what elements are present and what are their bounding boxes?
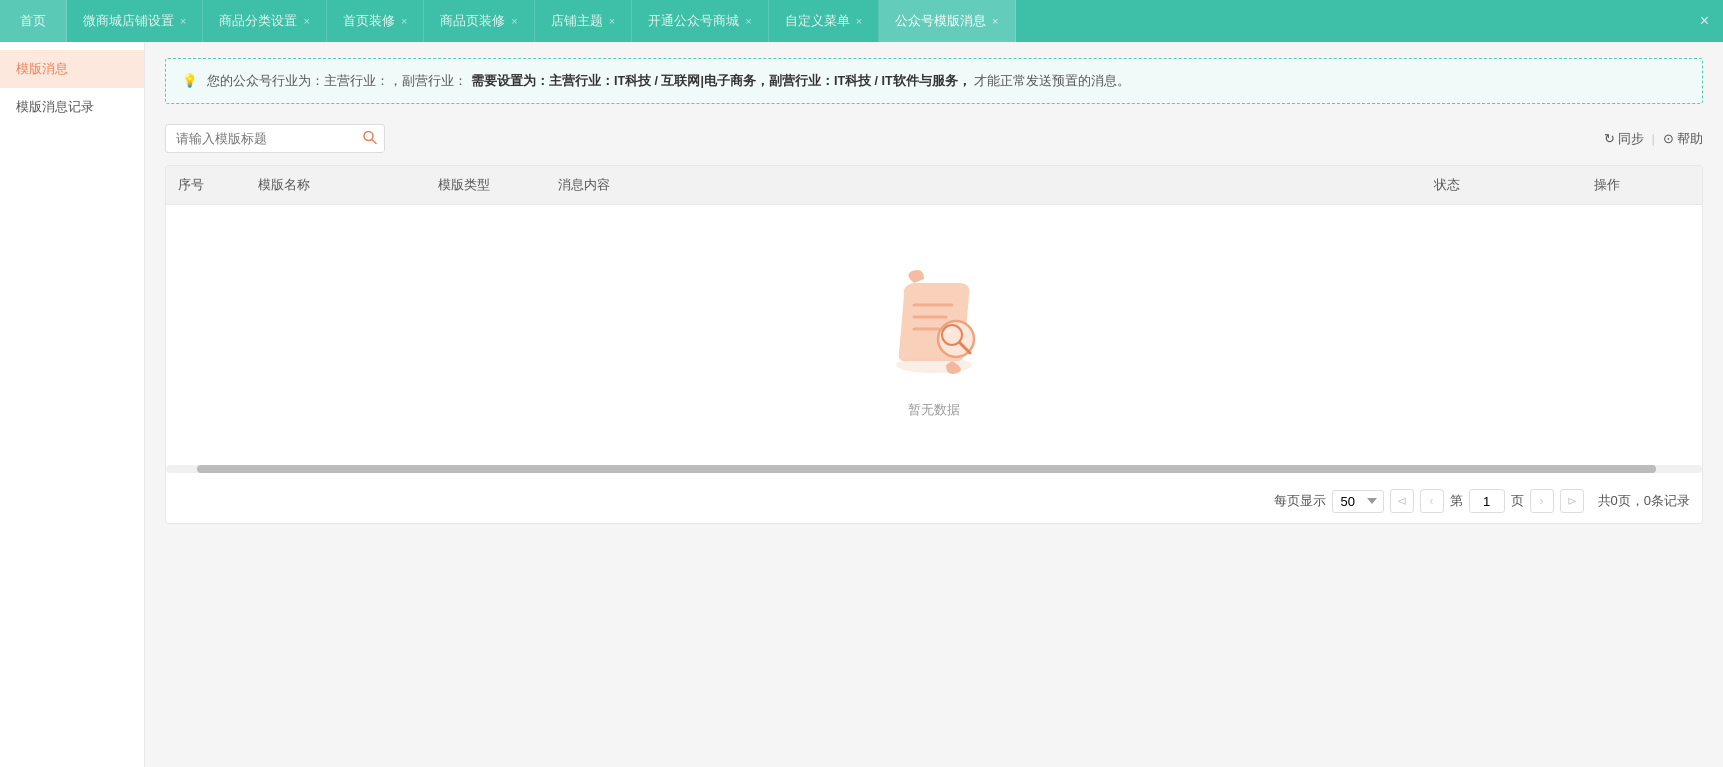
nav-tab-shop-theme[interactable]: 店铺主题 × bbox=[535, 0, 632, 42]
close-template-msg-icon[interactable]: × bbox=[992, 15, 998, 27]
close-product-decor-icon[interactable]: × bbox=[511, 15, 517, 27]
close-open-mall-icon[interactable]: × bbox=[745, 15, 751, 27]
sidebar-item-template-msg-label: 模版消息 bbox=[16, 61, 68, 76]
notice-prefix: 您的公众号行业为：主营行业：，副营行业： bbox=[207, 74, 467, 88]
page-size-select[interactable]: 10 20 50 100 bbox=[1332, 490, 1384, 513]
help-label: 帮助 bbox=[1677, 130, 1703, 148]
nav-tab-shop-settings[interactable]: 微商城店铺设置 × bbox=[67, 0, 203, 42]
last-page-button[interactable]: ⊳ bbox=[1560, 489, 1584, 513]
nav-tab-category-settings[interactable]: 商品分类设置 × bbox=[203, 0, 326, 42]
notice-suffix: 才能正常发送预置的消息。 bbox=[974, 74, 1130, 88]
close-shop-theme-icon[interactable]: × bbox=[609, 15, 615, 27]
col-header-index: 序号 bbox=[166, 176, 246, 194]
prev-page-button[interactable]: ‹ bbox=[1420, 489, 1444, 513]
search-input-wrap bbox=[165, 124, 385, 153]
sync-icon: ↻ bbox=[1604, 131, 1615, 146]
empty-state: 暂无数据 bbox=[166, 205, 1702, 459]
close-custom-menu-icon[interactable]: × bbox=[856, 15, 862, 27]
col-header-type: 模版类型 bbox=[426, 176, 546, 194]
sync-label: 同步 bbox=[1618, 130, 1644, 148]
scroll-thumb[interactable] bbox=[197, 465, 1656, 473]
nav-tab-open-mall-label: 开通公众号商城 bbox=[648, 12, 739, 30]
help-icon: ⊙ bbox=[1663, 131, 1674, 146]
total-label: 共0页，0条记录 bbox=[1598, 492, 1690, 510]
nav-tab-template-msg-label: 公众号模版消息 bbox=[895, 12, 986, 30]
search-button[interactable] bbox=[363, 130, 377, 147]
col-header-name: 模版名称 bbox=[246, 176, 426, 194]
nav-tab-shop-theme-label: 店铺主题 bbox=[551, 12, 603, 30]
page-label-before: 第 bbox=[1450, 492, 1463, 510]
close-category-settings-icon[interactable]: × bbox=[303, 15, 309, 27]
svg-point-9 bbox=[946, 329, 951, 334]
nav-tab-category-settings-label: 商品分类设置 bbox=[219, 12, 297, 30]
help-button[interactable]: ⊙ 帮助 bbox=[1663, 130, 1703, 148]
empty-illustration bbox=[874, 265, 994, 385]
col-header-action: 操作 bbox=[1582, 176, 1702, 194]
col-header-content: 消息内容 bbox=[546, 176, 1422, 194]
nav-tab-template-msg[interactable]: 公众号模版消息 × bbox=[879, 0, 1015, 42]
notice-highlight: 需要设置为：主营行业：IT科技 / 互联网|电子商务，副营行业：IT科技 / I… bbox=[471, 74, 971, 88]
content-area: 💡 您的公众号行业为：主营行业：，副营行业： 需要设置为：主营行业：IT科技 /… bbox=[145, 42, 1723, 767]
sidebar-item-template-msg[interactable]: 模版消息 bbox=[0, 50, 144, 88]
search-input[interactable] bbox=[165, 124, 385, 153]
search-actions: ↻ 同步 | ⊙ 帮助 bbox=[1604, 130, 1703, 148]
data-table: 序号 模版名称 模版类型 消息内容 状态 操作 bbox=[165, 165, 1703, 524]
table-header: 序号 模版名称 模版类型 消息内容 状态 操作 bbox=[166, 166, 1702, 205]
main-layout: 模版消息 模版消息记录 💡 您的公众号行业为：主营行业：，副营行业： 需要设置为… bbox=[0, 42, 1723, 767]
sidebar-item-template-msg-log-label: 模版消息记录 bbox=[16, 99, 94, 114]
page-size-label: 每页显示 bbox=[1274, 492, 1326, 510]
nav-tab-custom-menu-label: 自定义菜单 bbox=[785, 12, 850, 30]
nav-tab-homepage-decor-label: 首页装修 bbox=[343, 12, 395, 30]
nav-tab-product-decor[interactable]: 商品页装修 × bbox=[424, 0, 534, 42]
horizontal-scrollbar[interactable] bbox=[166, 465, 1702, 473]
page-number-input[interactable] bbox=[1469, 489, 1505, 513]
nav-tab-product-decor-label: 商品页装修 bbox=[440, 12, 505, 30]
top-nav: 首页 微商城店铺设置 × 商品分类设置 × 首页装修 × 商品页装修 × 店铺主… bbox=[0, 0, 1723, 42]
svg-line-1 bbox=[372, 139, 376, 143]
sidebar: 模版消息 模版消息记录 bbox=[0, 42, 145, 767]
first-page-button[interactable]: ⊲ bbox=[1390, 489, 1414, 513]
close-all-button[interactable]: × bbox=[1686, 12, 1723, 30]
close-shop-settings-icon[interactable]: × bbox=[180, 15, 186, 27]
pagination: 每页显示 10 20 50 100 ⊲ ‹ 第 页 › ⊳ 共0页，0条记录 bbox=[166, 479, 1702, 523]
nav-tab-home[interactable]: 首页 bbox=[0, 0, 67, 42]
nav-tab-home-label: 首页 bbox=[20, 12, 46, 30]
page-label-after: 页 bbox=[1511, 492, 1524, 510]
col-header-status: 状态 bbox=[1422, 176, 1582, 194]
action-divider: | bbox=[1652, 131, 1655, 146]
notice-icon: 💡 bbox=[182, 74, 198, 88]
notice-box: 💡 您的公众号行业为：主营行业：，副营行业： 需要设置为：主营行业：IT科技 /… bbox=[165, 58, 1703, 104]
next-page-button[interactable]: › bbox=[1530, 489, 1554, 513]
search-bar: ↻ 同步 | ⊙ 帮助 bbox=[165, 124, 1703, 153]
sidebar-item-template-msg-log[interactable]: 模版消息记录 bbox=[0, 88, 144, 126]
nav-tab-homepage-decor[interactable]: 首页装修 × bbox=[327, 0, 424, 42]
empty-text: 暂无数据 bbox=[908, 401, 960, 419]
nav-tab-open-mall[interactable]: 开通公众号商城 × bbox=[632, 0, 768, 42]
close-homepage-decor-icon[interactable]: × bbox=[401, 15, 407, 27]
nav-tab-shop-settings-label: 微商城店铺设置 bbox=[83, 12, 174, 30]
sync-button[interactable]: ↻ 同步 bbox=[1604, 130, 1644, 148]
nav-tab-custom-menu[interactable]: 自定义菜单 × bbox=[769, 0, 879, 42]
